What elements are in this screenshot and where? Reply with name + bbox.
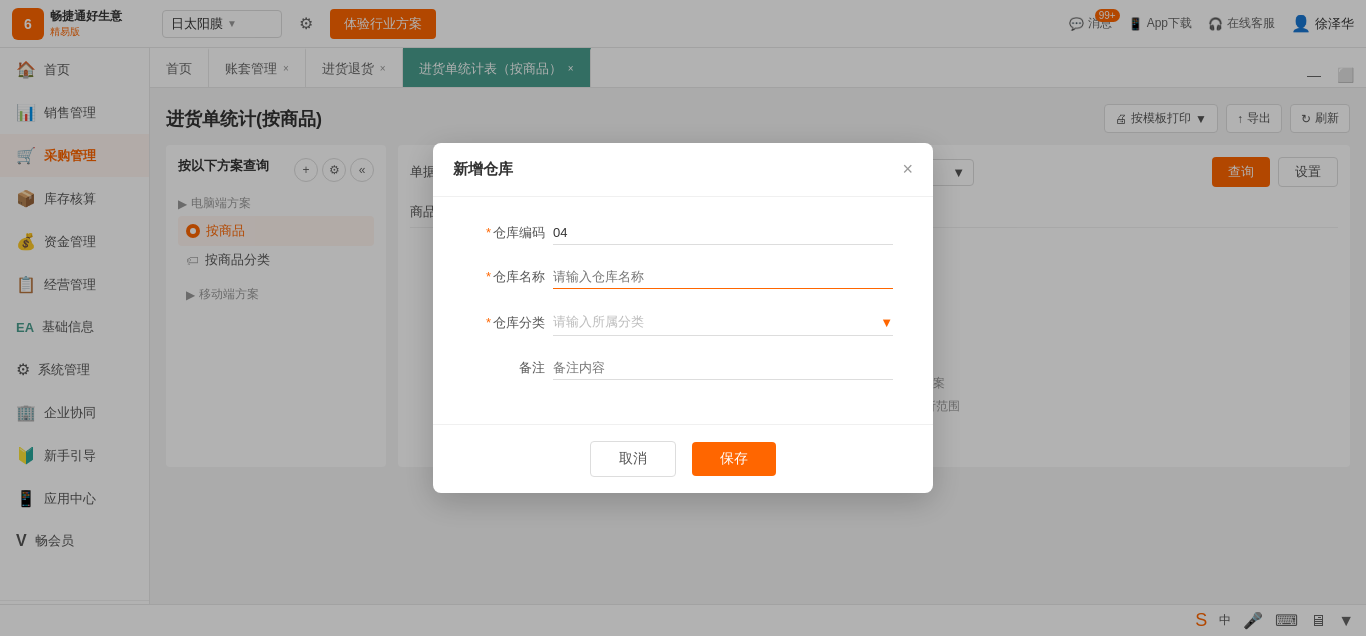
category-dropdown-arrow: ▼ <box>880 315 893 330</box>
save-button[interactable]: 保存 <box>692 442 776 476</box>
remark-label: 备注 <box>473 359 553 377</box>
code-input[interactable] <box>553 221 893 245</box>
dialog-body: 仓库编码 仓库名称 仓库分类 请输入所属分类 ▼ 备注 <box>433 197 933 424</box>
dialog-header: 新增仓库 × <box>433 143 933 197</box>
category-select[interactable]: 请输入所属分类 ▼ <box>553 309 893 336</box>
name-label: 仓库名称 <box>473 268 553 286</box>
category-placeholder: 请输入所属分类 <box>553 313 644 331</box>
form-row-category: 仓库分类 请输入所属分类 ▼ <box>473 309 893 336</box>
cancel-button[interactable]: 取消 <box>590 441 676 477</box>
form-row-code: 仓库编码 <box>473 221 893 245</box>
code-label: 仓库编码 <box>473 224 553 242</box>
dialog-overlay: 新增仓库 × 仓库编码 仓库名称 仓库分类 请输入所属分类 ▼ <box>0 0 1366 636</box>
dialog-footer: 取消 保存 <box>433 424 933 493</box>
dialog-close-btn[interactable]: × <box>902 159 913 180</box>
name-input[interactable] <box>553 265 893 289</box>
category-label: 仓库分类 <box>473 314 553 332</box>
form-row-name: 仓库名称 <box>473 265 893 289</box>
remark-input[interactable] <box>553 356 893 380</box>
form-row-remark: 备注 <box>473 356 893 380</box>
new-warehouse-dialog: 新增仓库 × 仓库编码 仓库名称 仓库分类 请输入所属分类 ▼ <box>433 143 933 493</box>
dialog-title: 新增仓库 <box>453 160 513 179</box>
